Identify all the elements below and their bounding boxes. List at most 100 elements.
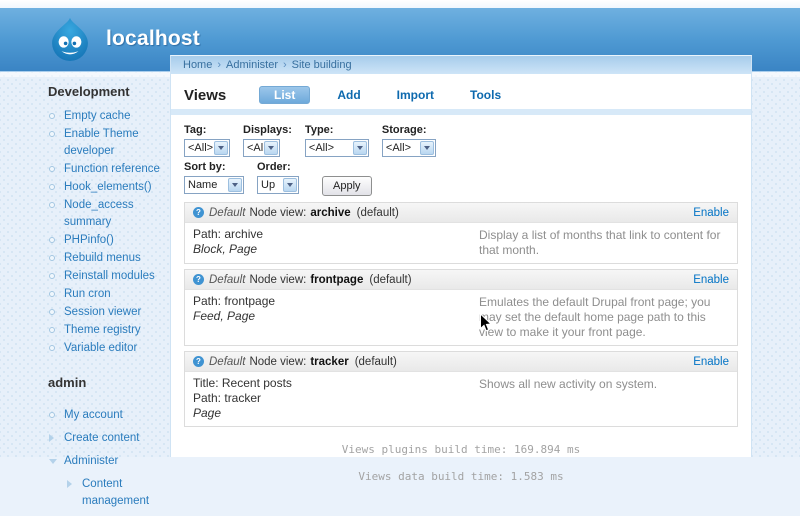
help-icon[interactable]: ? — [193, 274, 204, 285]
filter-label-order: Order: — [257, 161, 291, 173]
type-select[interactable]: <All> — [304, 139, 369, 157]
filter-label-displays: Displays: — [243, 124, 292, 136]
tab-tools[interactable]: Tools — [465, 86, 506, 104]
dropdown-arrow-icon[interactable] — [283, 178, 297, 192]
enable-link-frontpage[interactable]: Enable — [693, 274, 729, 286]
breadcrumb-separator: › — [282, 59, 287, 71]
sidebar-item-rebuild-menus[interactable]: Rebuild menus — [48, 250, 166, 267]
view-row-archive: ? Default Node view: archive (default) E… — [184, 202, 738, 264]
view-name: tracker — [310, 355, 349, 368]
collapsed-arrow-icon — [67, 480, 72, 488]
dropdown-arrow-icon[interactable] — [228, 178, 242, 192]
mouse-cursor — [479, 312, 493, 338]
sort-by-select[interactable]: Name — [184, 176, 244, 194]
build-times: Views plugins build time: 169.894 ms Vie… — [184, 443, 738, 483]
tab-list[interactable]: List — [259, 86, 311, 104]
view-description: Shows all new activity on system. — [479, 377, 658, 391]
help-icon[interactable]: ? — [193, 207, 204, 218]
sidebar-section-title-development: Development — [48, 84, 130, 99]
sidebar-item-hook-elements[interactable]: Hook_elements() — [48, 179, 166, 196]
bullet-icon — [49, 184, 55, 190]
view-displays: Feed, Page — [193, 309, 256, 323]
sidebar-item-phpinfo[interactable]: PHPinfo() — [48, 232, 166, 249]
storage-select[interactable]: <All> — [381, 139, 436, 157]
sidebar-item-variable-editor[interactable]: Variable editor — [48, 340, 166, 357]
view-name: frontpage — [310, 273, 364, 286]
tab-bar: List Add Import Tools — [259, 86, 532, 104]
bullet-icon — [49, 273, 55, 279]
tag-select[interactable]: <All> — [184, 139, 230, 157]
sidebar-item-reinstall-modules[interactable]: Reinstall modules — [48, 268, 166, 285]
view-kind-label: Node view: — [249, 273, 307, 286]
tab-add[interactable]: Add — [332, 86, 365, 104]
sidebar-section-title-admin: admin — [48, 375, 87, 390]
bullet-icon — [49, 327, 55, 333]
view-details: Title: Recent posts Path: tracker Page — [193, 376, 479, 421]
bullet-icon — [49, 113, 55, 119]
dropdown-arrow-icon[interactable] — [214, 141, 228, 155]
breadcrumb-separator: › — [217, 59, 222, 71]
help-icon[interactable]: ? — [193, 356, 204, 367]
apply-button[interactable]: Apply — [322, 176, 372, 196]
view-title: Title: Recent posts — [193, 376, 292, 390]
bullet-icon — [49, 202, 55, 208]
top-strip — [0, 0, 800, 8]
page-title: Views — [184, 86, 227, 104]
main-panel: Home › Administer › Site building Views … — [170, 55, 752, 483]
view-displays: Page — [193, 406, 222, 420]
sidebar-menu-admin: My account Create content Administer Con… — [48, 407, 166, 510]
drupal-logo-icon — [52, 17, 88, 61]
dropdown-arrow-icon[interactable] — [352, 141, 367, 155]
view-path: Path: frontpage — [193, 294, 276, 308]
view-row-header: ? Default Node view: archive (default) E… — [185, 203, 737, 223]
tab-import[interactable]: Import — [392, 86, 439, 104]
bullet-icon — [49, 237, 55, 243]
view-description: Emulates the default Drupal front page; … — [479, 295, 711, 339]
filter-label-storage: Storage: — [381, 124, 427, 136]
view-row-header: ? Default Node view: tracker (default) E… — [185, 352, 737, 372]
sidebar-item-my-account[interactable]: My account — [48, 407, 166, 424]
sidebar-item-administer[interactable]: Administer — [48, 453, 166, 470]
bullet-icon — [49, 309, 55, 315]
site-name[interactable]: localhost — [106, 27, 200, 51]
sidebar-item-run-cron[interactable]: Run cron — [48, 286, 166, 303]
plugins-build-time: Views plugins build time: 169.894 ms — [341, 443, 581, 456]
filters: Tag: <All> Displays: <All> Type: — [184, 124, 738, 196]
view-description: Display a list of months that link to co… — [479, 228, 721, 257]
breadcrumb-home[interactable]: Home — [183, 59, 212, 71]
sidebar-item-enable-theme-developer[interactable]: Enable Theme developer — [48, 126, 166, 160]
breadcrumb-site-building[interactable]: Site building — [292, 59, 352, 71]
sidebar-item-node-access-summary[interactable]: Node_access summary — [48, 197, 166, 231]
enable-link-archive[interactable]: Enable — [693, 207, 729, 219]
view-type-label: Default — [209, 355, 246, 368]
sidebar-item-create-content[interactable]: Create content — [48, 430, 166, 447]
sidebar-item-content-management[interactable]: Content management — [66, 476, 166, 510]
sidebar-item-session-viewer[interactable]: Session viewer — [48, 304, 166, 321]
bullet-icon — [49, 131, 55, 137]
view-kind-label: Node view: — [249, 355, 307, 368]
bullet-icon — [49, 345, 55, 351]
expanded-arrow-icon — [49, 459, 57, 464]
view-type-label: Default — [209, 206, 246, 219]
enable-link-tracker[interactable]: Enable — [693, 356, 729, 368]
bullet-icon — [49, 255, 55, 261]
sidebar-item-theme-registry[interactable]: Theme registry — [48, 322, 166, 339]
view-row-tracker: ? Default Node view: tracker (default) E… — [184, 351, 738, 427]
view-row-frontpage: ? Default Node view: frontpage (default)… — [184, 269, 738, 346]
breadcrumb-administer[interactable]: Administer — [226, 59, 278, 71]
collapsed-arrow-icon — [49, 434, 54, 442]
displays-select[interactable]: <All> — [243, 139, 280, 157]
view-suffix: (default) — [356, 206, 399, 219]
dropdown-arrow-icon[interactable] — [264, 141, 278, 155]
sidebar-item-function-reference[interactable]: Function reference — [48, 161, 166, 178]
data-build-time: Views data build time: 1.583 ms — [358, 470, 564, 483]
view-displays: Block, Page — [193, 242, 258, 256]
order-select[interactable]: Up — [257, 176, 299, 194]
view-suffix: (default) — [369, 273, 412, 286]
views-list: ? Default Node view: archive (default) E… — [184, 202, 738, 427]
filter-label-tag: Tag: — [184, 124, 207, 136]
filter-label-type: Type: — [304, 124, 334, 136]
sidebar-item-empty-cache[interactable]: Empty cache — [48, 108, 166, 125]
view-kind-label: Node view: — [249, 206, 307, 219]
dropdown-arrow-icon[interactable] — [419, 141, 434, 155]
